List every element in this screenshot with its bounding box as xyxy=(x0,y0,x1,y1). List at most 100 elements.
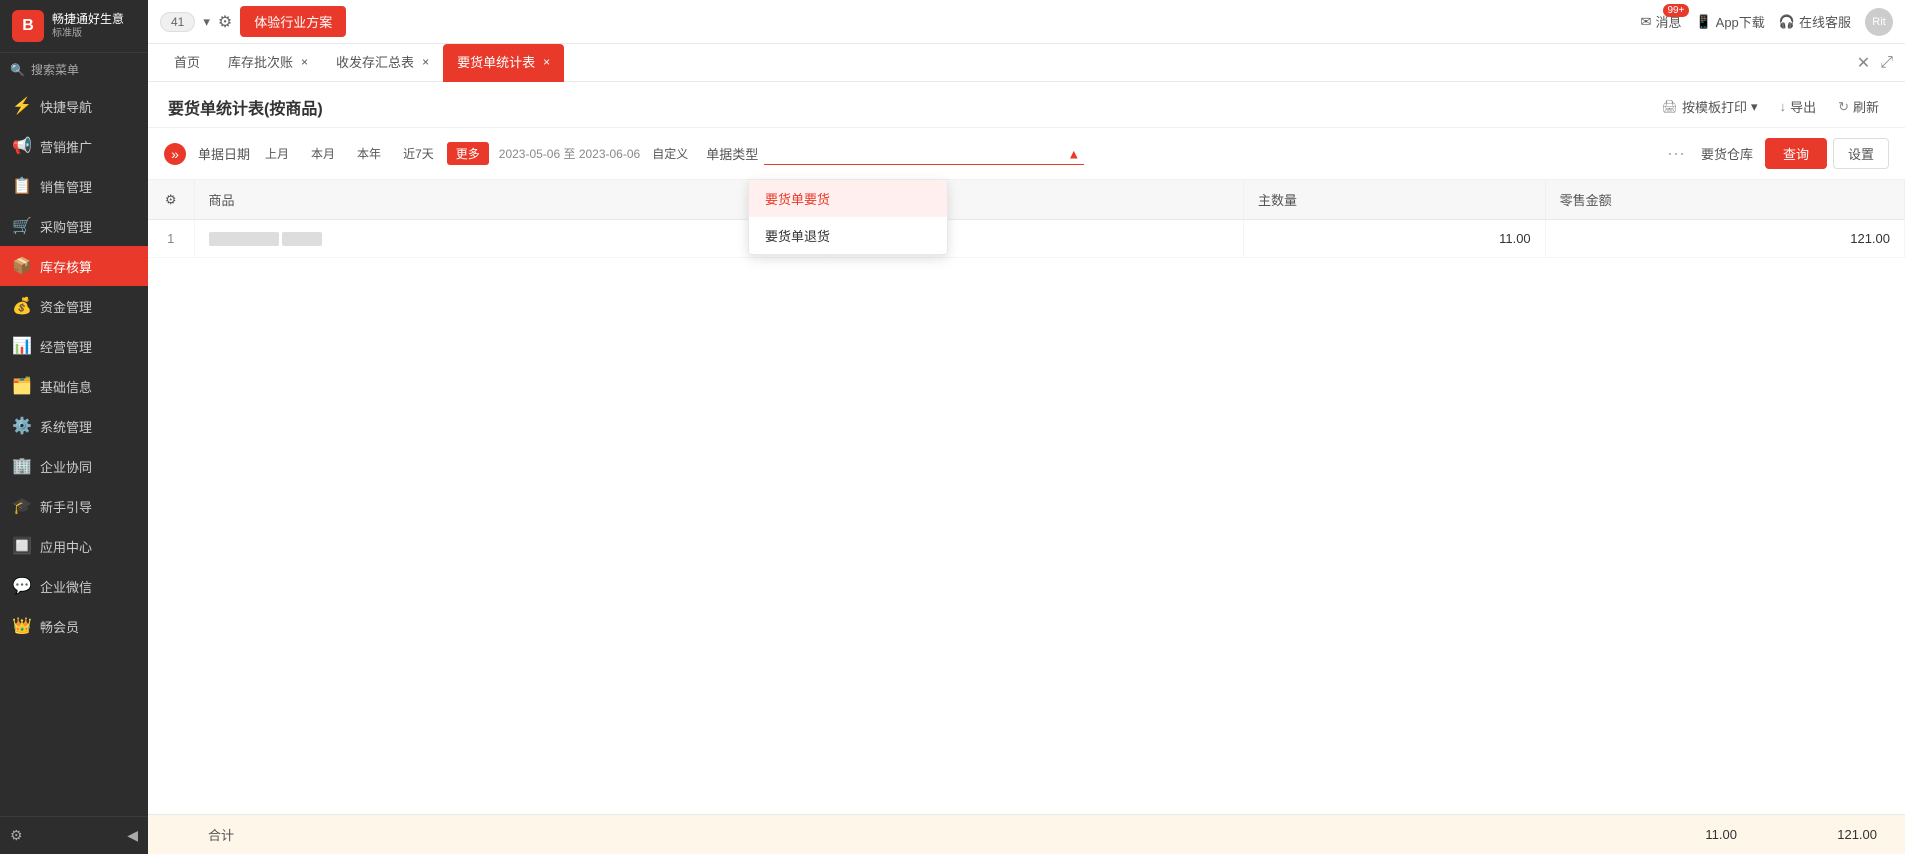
date-last-month[interactable]: 上月 xyxy=(256,142,298,165)
sidebar-item-quick-nav[interactable]: ⚡快捷导航 xyxy=(0,86,148,126)
sidebar-nav: ⚡快捷导航📢营销推广 📋 销售管理 🛒 采购管理 📦库存核算 💰 资金管理 📊 经营管理 🗂️ 基础信… xyxy=(0,86,148,816)
main-area: 41 ▾ ⚙ 体验行业方案 ✉ 消息 99+ 📱 App下载 🎧 在线客服 Ri… xyxy=(148,0,1905,854)
sidebar-item-inventory[interactable]: 📦库存核算 xyxy=(0,246,148,286)
finance-icon: 💰 xyxy=(12,296,32,316)
topbar-dropdown-arrow[interactable]: ▾ xyxy=(203,14,210,30)
warehouse-label: 要货仓库 xyxy=(1701,144,1753,163)
sidebar-item-label: 快捷导航 xyxy=(40,97,92,116)
logo-icon: B xyxy=(12,10,44,42)
operations-icon: 📊 xyxy=(12,336,32,356)
refresh-btn[interactable]: ↻ 刷新 xyxy=(1832,94,1885,119)
apps-icon: 🔲 xyxy=(12,536,32,556)
sidebar-item-label: 经营管理 xyxy=(40,337,92,356)
date-more-btn[interactable]: 更多 xyxy=(447,142,489,165)
tab-close-order-summary[interactable]: × xyxy=(543,55,550,69)
cell-amount: 121.00 xyxy=(1545,220,1904,258)
sales-icon: 📋 xyxy=(12,176,32,196)
dropdown-item-order-goods[interactable]: 要货单要货 xyxy=(749,180,947,217)
expand-tabs-btn[interactable]: ⤢ xyxy=(1880,54,1893,72)
basic-icon: 🗂️ xyxy=(12,376,32,396)
page-header: 要货单统计表(按商品) 🖨 按模板打印 ▾ ↓ 导出 ↻ 刷新 xyxy=(148,82,1905,128)
tab-order-summary[interactable]: 要货单统计表× xyxy=(443,44,564,82)
sidebar-item-guide[interactable]: 🎓新手引导 xyxy=(0,486,148,526)
cell-rownum: 1 xyxy=(148,220,194,258)
purchase-icon: 🛒 xyxy=(12,216,32,236)
sidebar-search[interactable]: 🔍 搜索菜单 xyxy=(0,53,148,86)
sidebar-logo: B 畅捷通好生意 标准版 xyxy=(0,0,148,53)
online-service-btn[interactable]: 🎧 在线客服 xyxy=(1779,12,1851,31)
export-btn[interactable]: ↓ 导出 xyxy=(1774,94,1823,119)
sidebar-item-sales[interactable]: 📋 销售管理 xyxy=(0,166,148,206)
filter-more-options-btn[interactable]: ··· xyxy=(1663,143,1689,164)
sidebar-item-members[interactable]: 👑畅会员 xyxy=(0,606,148,646)
print-dropdown-arrow: ▾ xyxy=(1751,99,1758,115)
data-table: ⚙ 商品 主计量单位 主数量 零售金额 1 块 11.00 121.00 xyxy=(148,180,1905,258)
sidebar-item-purchase[interactable]: 🛒 采购管理 xyxy=(0,206,148,246)
sidebar-item-label: 库存核算 xyxy=(40,257,92,276)
mobile-icon: 📱 xyxy=(1695,14,1711,30)
date-custom-btn[interactable]: 自定义 xyxy=(646,143,694,164)
refresh-icon: ↻ xyxy=(1838,99,1849,115)
type-filter-group: 单据类型 ▲ xyxy=(706,143,1651,165)
sidebar-item-apps[interactable]: 🔲 应用中心 xyxy=(0,526,148,566)
topbar: 41 ▾ ⚙ 体验行业方案 ✉ 消息 99+ 📱 App下载 🎧 在线客服 Ri… xyxy=(148,0,1905,44)
user-avatar[interactable]: Rit xyxy=(1865,8,1893,36)
date-label: 单据日期 xyxy=(198,144,250,163)
col-qty-header: 主数量 xyxy=(1244,180,1546,220)
query-button[interactable]: 查询 xyxy=(1765,138,1827,169)
enterprise-icon: 🏢 xyxy=(12,456,32,476)
settings-icon[interactable]: ⚙ xyxy=(10,827,23,844)
print-btn[interactable]: 🖨 按模板打印 ▾ xyxy=(1656,94,1764,119)
message-icon: ✉ xyxy=(1641,14,1652,30)
sidebar-item-label: 销售管理 xyxy=(40,177,92,196)
dropdown-item-order-return[interactable]: 要货单退货 xyxy=(749,217,947,254)
col-product-header: 商品 xyxy=(194,180,827,220)
type-label: 单据类型 xyxy=(706,144,758,163)
tab-close-batch-voucher[interactable]: × xyxy=(301,55,308,69)
tab-close-collect-summary[interactable]: × xyxy=(422,55,429,69)
tab-collect-summary[interactable]: 收发存汇总表 × xyxy=(322,44,443,82)
search-icon: 🔍 xyxy=(10,63,25,77)
sidebar-item-label: 基础信息 xyxy=(40,377,92,396)
sidebar-item-enterprise[interactable]: 🏢企业协同 xyxy=(0,446,148,486)
table-header-row: ⚙ 商品 主计量单位 主数量 零售金额 xyxy=(148,180,1905,220)
sidebar-item-label: 采购管理 xyxy=(40,217,92,236)
guide-icon: 🎓 xyxy=(12,496,32,516)
cell-qty: 11.00 xyxy=(1244,220,1546,258)
date-last-7days[interactable]: 近7天 xyxy=(394,142,443,165)
sidebar-item-system[interactable]: ⚙️系统管理 xyxy=(0,406,148,446)
sidebar-item-marketing[interactable]: 📢营销推广 xyxy=(0,126,148,166)
wechat-icon: 💬 xyxy=(12,576,32,596)
tab-home[interactable]: 首页 xyxy=(160,44,214,82)
system-icon: ⚙️ xyxy=(12,416,32,436)
sidebar-item-label: 畅会员 xyxy=(40,617,79,636)
type-select-input[interactable] xyxy=(764,143,1084,165)
sidebar-item-basic[interactable]: 🗂️ 基础信息 xyxy=(0,366,148,406)
sidebar-item-operations[interactable]: 📊 经营管理 xyxy=(0,326,148,366)
sidebar-item-finance[interactable]: 💰 资金管理 xyxy=(0,286,148,326)
sidebar-item-label: 应用中心 xyxy=(40,537,92,556)
sidebar-item-wechat[interactable]: 💬企业微信 xyxy=(0,566,148,606)
avatar-img: Rit xyxy=(1865,8,1893,36)
tabs-actions: ✕ ⤢ xyxy=(1857,53,1893,73)
export-icon: ↓ xyxy=(1780,99,1787,114)
trial-button[interactable]: 体验行业方案 xyxy=(240,6,346,37)
close-all-tabs-btn[interactable]: ✕ xyxy=(1857,53,1870,73)
topbar-settings-icon[interactable]: ⚙ xyxy=(218,12,232,32)
cell-product xyxy=(194,220,827,258)
col-settings-header[interactable]: ⚙ xyxy=(148,180,194,220)
date-this-year[interactable]: 本年 xyxy=(348,142,390,165)
date-shortcuts: 上月 本月 本年 近7天 更多 xyxy=(256,142,489,165)
tab-label: 收发存汇总表 xyxy=(336,52,414,71)
date-this-month[interactable]: 本月 xyxy=(302,142,344,165)
tab-batch-voucher[interactable]: 库存批次账× xyxy=(214,44,322,82)
sidebar-footer: ⚙ ◀‍ xyxy=(0,816,148,854)
filter-expand-btn[interactable]: » xyxy=(164,143,186,165)
messages-btn[interactable]: ✉ 消息 99+ xyxy=(1641,12,1682,31)
app-download-btn[interactable]: 📱 App下载 xyxy=(1695,12,1764,31)
filter-settings-button[interactable]: 设置 xyxy=(1833,138,1889,169)
marketing-icon: 📢 xyxy=(12,136,32,156)
collapse-icon[interactable]: ◀‍ xyxy=(127,827,138,844)
sidebar-item-label: 资金管理 xyxy=(40,297,92,316)
type-select-wrapper: ▲ xyxy=(764,143,1084,165)
